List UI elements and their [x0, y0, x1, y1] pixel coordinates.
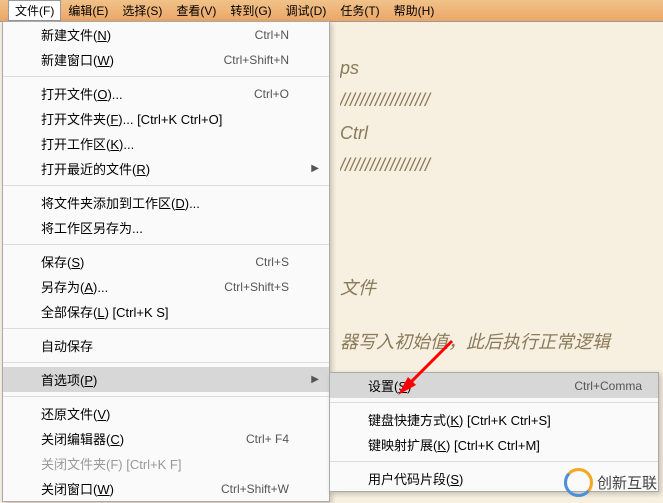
menubar-item-7[interactable]: 帮助(H) [387, 0, 442, 21]
menu-separator [330, 461, 658, 462]
file-menu-item-5[interactable]: 打开工作区(K)... [3, 131, 329, 156]
keymap-extensions-item[interactable]: 键映射扩展(K) [Ctrl+K Ctrl+M] [330, 432, 658, 457]
menubar: 文件(F)编辑(E)选择(S)查看(V)转到(G)调试(D)任务(T)帮助(H) [0, 0, 663, 22]
menu-separator [3, 396, 329, 397]
menu-item-label: 将工作区另存为... [41, 218, 289, 237]
menu-item-shortcut: Ctrl+Shift+W [221, 482, 289, 496]
menu-item-label: 自动保存 [41, 336, 289, 355]
menu-item-shortcut: Ctrl+Shift+N [224, 53, 289, 67]
menu-item-label: 保存(S) [41, 252, 255, 271]
chevron-right-icon: ▶ [311, 163, 319, 174]
watermark: 创新互联 [564, 468, 657, 497]
file-menu-item-9[interactable]: 将工作区另存为... [3, 215, 329, 240]
menubar-item-6[interactable]: 任务(T) [333, 0, 386, 21]
file-menu-item-11[interactable]: 保存(S)Ctrl+S [3, 249, 329, 274]
menu-item-label: 新建窗口(W) [41, 50, 224, 69]
file-menu-item-15[interactable]: 自动保存 [3, 333, 329, 358]
menu-separator [3, 185, 329, 186]
menu-item-label: 全部保存(L) [Ctrl+K S] [41, 302, 289, 321]
file-menu-item-4[interactable]: 打开文件夹(F)... [Ctrl+K Ctrl+O] [3, 106, 329, 131]
menu-item-label: 首选项(P) [41, 370, 289, 389]
menu-item-shortcut: Ctrl+Shift+S [224, 280, 289, 294]
menu-item-label: 设置(S) [368, 376, 574, 395]
menu-item-label: 还原文件(V) [41, 404, 289, 423]
file-menu-item-13[interactable]: 全部保存(L) [Ctrl+K S] [3, 299, 329, 324]
file-menu-item-8[interactable]: 将文件夹添加到工作区(D)... [3, 190, 329, 215]
menu-item-label: 将文件夹添加到工作区(D)... [41, 193, 289, 212]
menu-item-label: 关闭文件夹(F) [Ctrl+K F] [41, 454, 289, 473]
menubar-item-1[interactable]: 编辑(E) [61, 0, 115, 21]
menu-separator [330, 402, 658, 403]
settings-item[interactable]: 设置(S)Ctrl+Comma [330, 373, 658, 398]
menu-separator [3, 76, 329, 77]
file-menu-item-3[interactable]: 打开文件(O)...Ctrl+O [3, 81, 329, 106]
menubar-item-2[interactable]: 选择(S) [115, 0, 169, 21]
menu-item-label: 键盘快捷方式(K) [Ctrl+K Ctrl+S] [368, 410, 642, 429]
menu-item-label: 键映射扩展(K) [Ctrl+K Ctrl+M] [368, 435, 642, 454]
watermark-text: 创新互联 [597, 472, 657, 493]
chevron-right-icon: ▶ [311, 374, 319, 385]
file-menu-item-12[interactable]: 另存为(A)...Ctrl+Shift+S [3, 274, 329, 299]
file-menu-item-20[interactable]: 关闭编辑器(C)Ctrl+ F4 [3, 426, 329, 451]
menu-item-label: 打开工作区(K)... [41, 134, 289, 153]
menu-item-label: 打开文件夹(F)... [Ctrl+K Ctrl+O] [41, 109, 289, 128]
file-menu-item-19[interactable]: 还原文件(V) [3, 401, 329, 426]
file-menu-item-6[interactable]: 打开最近的文件(R) ▶ [3, 156, 329, 181]
menubar-item-3[interactable]: 查看(V) [169, 0, 223, 21]
menu-separator [3, 362, 329, 363]
menu-item-label: 新建文件(N) [41, 25, 255, 44]
menu-item-shortcut: Ctrl+ F4 [246, 432, 289, 446]
file-menu-item-1[interactable]: 新建窗口(W)Ctrl+Shift+N [3, 47, 329, 72]
menu-item-shortcut: Ctrl+N [255, 28, 289, 42]
menu-item-label: 打开文件(O)... [41, 84, 254, 103]
menubar-item-4[interactable]: 转到(G) [223, 0, 278, 21]
file-menu-item-0[interactable]: 新建文件(N)Ctrl+N [3, 22, 329, 47]
menubar-item-0[interactable]: 文件(F) [8, 0, 61, 21]
keyboard-shortcuts-item[interactable]: 键盘快捷方式(K) [Ctrl+K Ctrl+S] [330, 407, 658, 432]
menu-item-shortcut: Ctrl+S [255, 255, 289, 269]
menu-separator [3, 328, 329, 329]
file-menu-item-22[interactable]: 关闭窗口(W)Ctrl+Shift+W [3, 476, 329, 501]
watermark-logo-icon [564, 468, 593, 497]
menubar-item-5[interactable]: 调试(D) [279, 0, 334, 21]
menu-item-shortcut: Ctrl+O [254, 87, 289, 101]
menu-item-shortcut: Ctrl+Comma [574, 379, 642, 393]
menu-item-label: 关闭编辑器(C) [41, 429, 246, 448]
menu-item-label: 另存为(A)... [41, 277, 224, 296]
menu-item-label: 打开最近的文件(R) [41, 159, 289, 178]
file-menu-dropdown: 新建文件(N)Ctrl+N新建窗口(W)Ctrl+Shift+N打开文件(O).… [2, 21, 330, 502]
file-menu-item-17[interactable]: 首选项(P) ▶ [3, 367, 329, 392]
menu-separator [3, 244, 329, 245]
menu-item-label: 关闭窗口(W) [41, 479, 221, 498]
file-menu-item-21: 关闭文件夹(F) [Ctrl+K F] [3, 451, 329, 476]
